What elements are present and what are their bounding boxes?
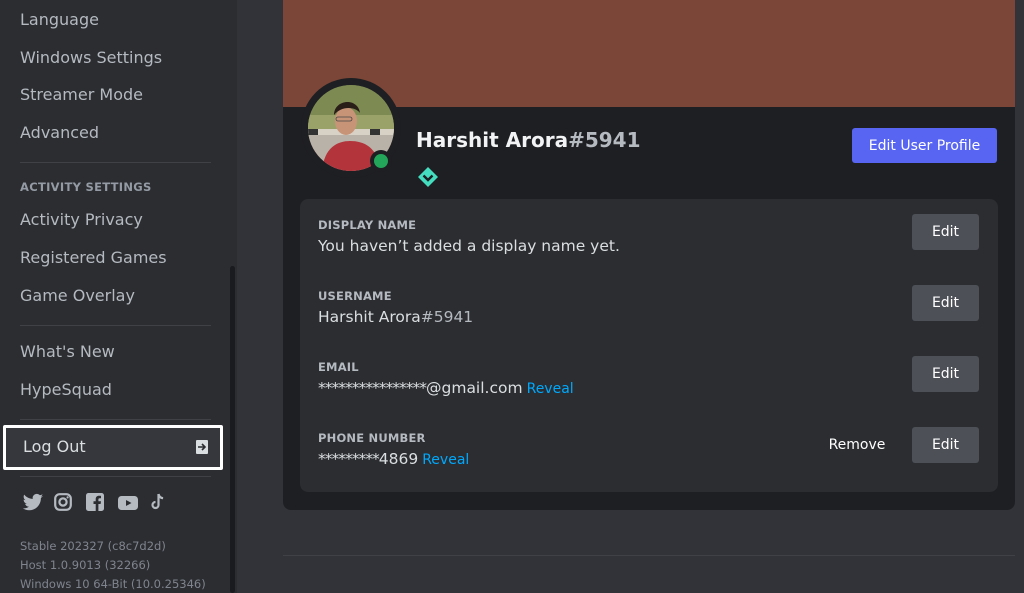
field-value: *********4869 Reveal	[318, 450, 469, 468]
phone-mask: *********	[318, 450, 380, 468]
sidebar-item-language[interactable]: Language	[20, 8, 99, 32]
logout-label: Log Out	[23, 437, 86, 456]
edit-display-name-button[interactable]: Edit	[912, 214, 979, 250]
version-host: Host 1.0.9013 (32266)	[20, 558, 151, 572]
sidebar-item-whats-new[interactable]: What's New	[20, 340, 115, 364]
email-mask: ****************	[318, 379, 427, 397]
field-display-name: DISPLAY NAME You haven’t added a display…	[318, 214, 979, 278]
youtube-icon[interactable]	[118, 493, 138, 513]
field-label: EMAIL	[318, 360, 359, 374]
sidebar-item-advanced[interactable]: Advanced	[20, 121, 99, 145]
sidebar-item-streamer-mode[interactable]: Streamer Mode	[20, 83, 143, 107]
field-value: You haven’t added a display name yet.	[318, 237, 620, 255]
email-domain: @gmail.com	[426, 379, 523, 397]
sidebar-scrollbar[interactable]	[230, 266, 235, 593]
version-os: Windows 10 64-Bit (10.0.25346)	[20, 577, 206, 591]
profile-discriminator: #5941	[568, 128, 641, 152]
profile-name: Harshit Arora	[416, 128, 569, 152]
edit-user-profile-button[interactable]: Edit User Profile	[852, 128, 997, 163]
field-label: DISPLAY NAME	[318, 218, 417, 232]
profile-banner	[283, 0, 1015, 107]
field-username: USERNAME Harshit Arora#5941 Edit	[318, 285, 979, 349]
edit-username-button[interactable]: Edit	[912, 285, 979, 321]
sidebar-item-hypesquad[interactable]: HypeSquad	[20, 378, 112, 402]
sidebar-item-registered-games[interactable]: Registered Games	[20, 246, 167, 270]
sidebar-divider	[20, 162, 211, 163]
activity-settings-header: ACTIVITY SETTINGS	[20, 180, 152, 194]
reveal-email-link[interactable]: Reveal	[527, 381, 574, 397]
edit-email-button[interactable]: Edit	[912, 356, 979, 392]
online-status-indicator	[370, 150, 392, 172]
sidebar-divider	[20, 476, 211, 477]
username-value: Harshit Arora	[318, 308, 421, 326]
sidebar-item-game-overlay[interactable]: Game Overlay	[20, 284, 135, 308]
sidebar-divider	[20, 325, 211, 326]
field-phone-number: PHONE NUMBER *********4869 Reveal Remove …	[318, 427, 979, 491]
field-value: ****************@gmail.com Reveal	[318, 379, 574, 397]
edit-phone-button[interactable]: Edit	[912, 427, 979, 463]
logout-button[interactable]: Log Out	[3, 425, 223, 470]
instagram-icon[interactable]	[54, 493, 74, 513]
section-divider	[283, 555, 1015, 556]
sidebar-item-activity-privacy[interactable]: Activity Privacy	[20, 208, 143, 232]
twitter-icon[interactable]	[22, 493, 44, 513]
field-value: Harshit Arora#5941	[318, 308, 473, 326]
tiktok-icon[interactable]	[150, 493, 170, 513]
profile-username: Harshit Arora#5941	[416, 128, 640, 152]
sidebar-item-windows-settings[interactable]: Windows Settings	[20, 46, 162, 70]
field-email: EMAIL ****************@gmail.com Reveal E…	[318, 356, 979, 420]
account-card: Harshit Arora#5941 Edit User Profile DIS…	[283, 0, 1015, 510]
social-links	[22, 493, 170, 513]
username-discriminator: #5941	[420, 308, 474, 326]
field-label: USERNAME	[318, 289, 392, 303]
reveal-phone-link[interactable]: Reveal	[422, 452, 469, 468]
field-label: PHONE NUMBER	[318, 431, 426, 445]
account-fields-panel: DISPLAY NAME You haven’t added a display…	[300, 199, 998, 492]
sidebar-divider	[20, 419, 211, 420]
version-stable: Stable 202327 (c8c7d2d)	[20, 539, 166, 553]
remove-phone-button[interactable]: Remove	[822, 427, 892, 463]
logout-icon	[196, 440, 208, 454]
facebook-icon[interactable]	[86, 493, 106, 513]
phone-last-digits: 4869	[378, 450, 419, 468]
hypesquad-badge-icon[interactable]	[417, 166, 439, 188]
settings-sidebar: Language Windows Settings Streamer Mode …	[0, 0, 237, 593]
